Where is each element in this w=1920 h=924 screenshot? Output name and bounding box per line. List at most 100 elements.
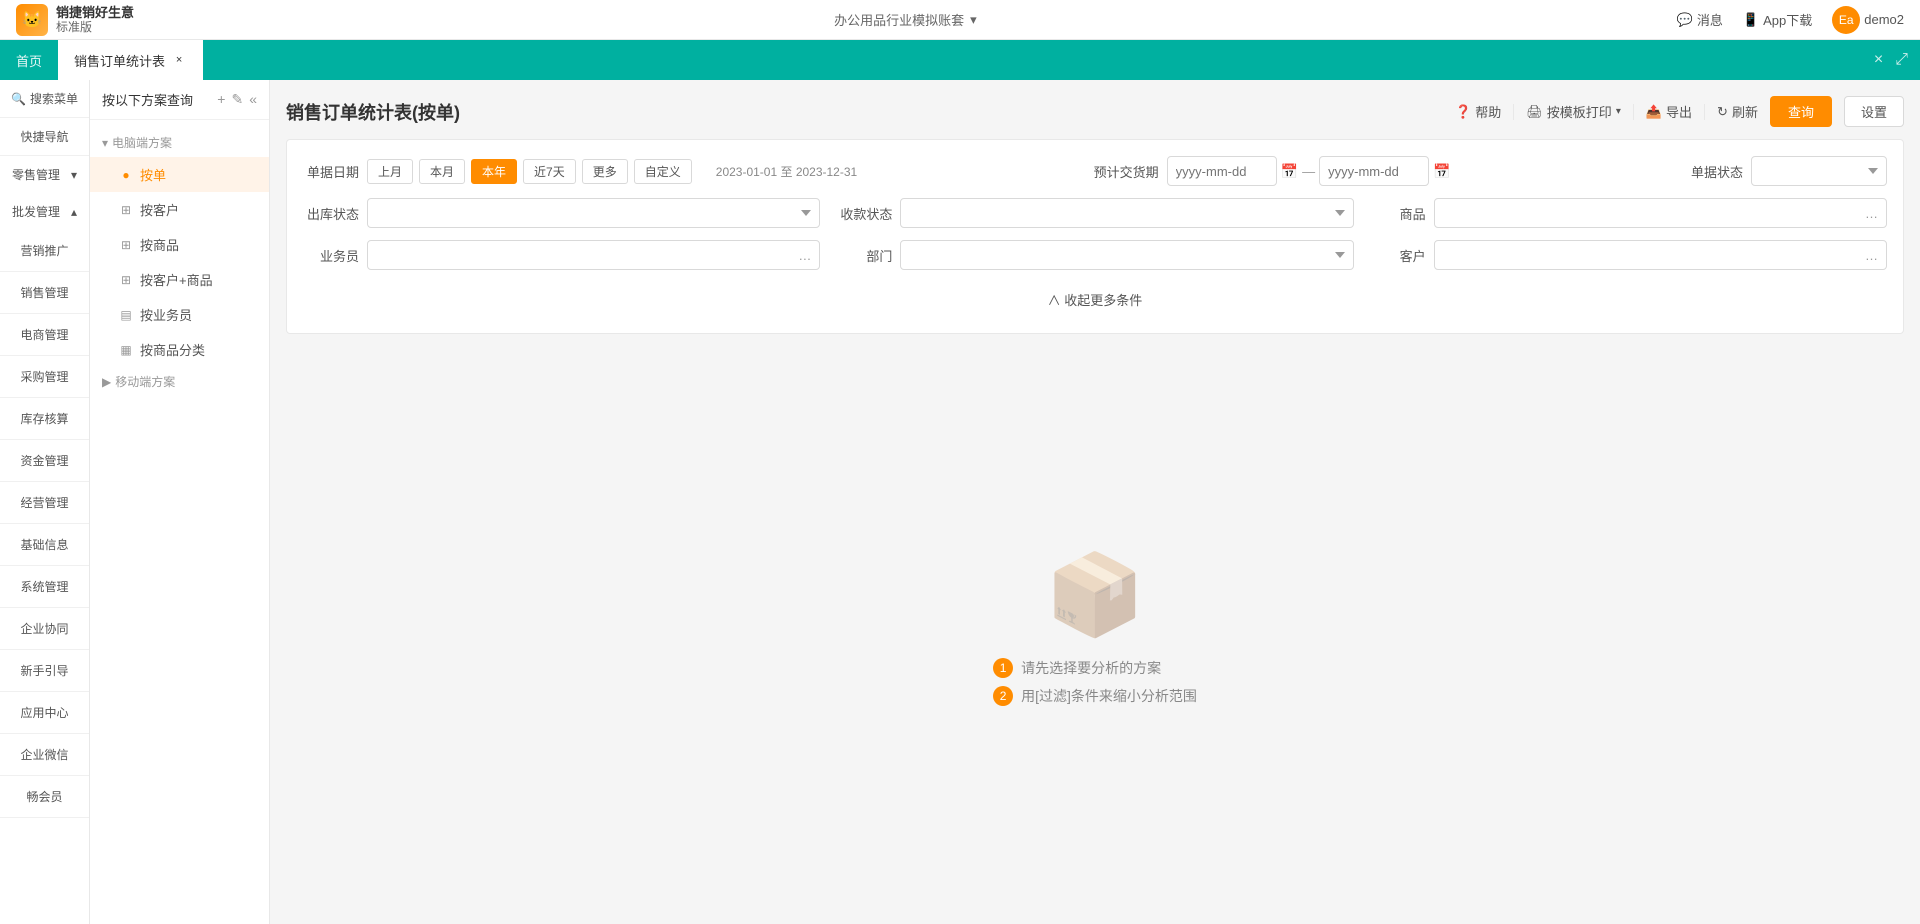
expected-date-start[interactable] — [1167, 156, 1277, 186]
tab-home[interactable]: 首页 — [0, 40, 58, 80]
user-info[interactable]: Ea demo2 — [1832, 6, 1904, 34]
export-btn[interactable]: 📤 导出 — [1646, 102, 1692, 121]
tab-close-window-icon[interactable]: × — [1870, 47, 1887, 73]
sidebar-purchase[interactable]: 采购管理 — [0, 356, 89, 398]
mobile-group-label[interactable]: ▶ 移动端方案 — [90, 367, 269, 396]
add-scheme-btn[interactable]: + — [217, 91, 225, 108]
expected-date-end[interactable] — [1319, 156, 1429, 186]
scheme-item-by-customer[interactable]: ⊞ 按客户 — [90, 192, 269, 227]
scheme-item-by-salesman[interactable]: ▤ 按业务员 — [90, 297, 269, 332]
page-header: 销售订单统计表(按单) ❓ 帮助 🖨 按模板打印 ▾ 📤 — [286, 96, 1904, 127]
customer-group: 客户 … — [1370, 240, 1887, 270]
empty-tip-1: 1 请先选择要分析的方案 — [993, 658, 1197, 678]
sidebar-quick-nav[interactable]: 快捷导航 — [0, 118, 89, 156]
collapse-up-icon: ∧ — [1048, 293, 1065, 308]
tab-close-icon[interactable]: × — [171, 52, 187, 68]
message-btn[interactable]: 💬 消息 — [1677, 10, 1723, 29]
app-download-btn[interactable]: 📱 App下载 — [1743, 10, 1812, 29]
date-tag-this-month[interactable]: 本月 — [419, 159, 465, 184]
salesman-label: 业务员 — [303, 246, 359, 265]
print-btn[interactable]: 🖨 按模板打印 ▾ — [1526, 102, 1621, 121]
salesman-input[interactable] — [376, 248, 798, 263]
app-label: App下载 — [1763, 10, 1812, 29]
sidebar-retail-label: 零售管理 — [12, 166, 60, 183]
sidebar-wholesale[interactable]: 批发管理 ▴ — [0, 193, 89, 230]
customer-input[interactable] — [1443, 248, 1865, 263]
tabbar-actions: × ⤢ — [1870, 47, 1920, 73]
expected-date-group: 预计交货期 📅 — 📅 — [1094, 156, 1451, 186]
scheme-item-by-category[interactable]: ▦ 按商品分类 — [90, 332, 269, 367]
right-content: 销售订单统计表(按单) ❓ 帮助 🖨 按模板打印 ▾ 📤 — [270, 80, 1920, 924]
pay-status-select[interactable] — [900, 198, 1353, 228]
tab-sales-order-stat[interactable]: 销售订单统计表 × — [58, 40, 203, 80]
date-tag-this-year[interactable]: 本年 — [471, 159, 517, 184]
refresh-icon: ↻ — [1717, 104, 1728, 120]
print-arrow-icon: ▾ — [1616, 106, 1621, 117]
scheme-item-by-goods[interactable]: ⊞ 按商品 — [90, 227, 269, 262]
sidebar-wholesale-header[interactable]: 批发管理 ▴ — [0, 193, 89, 230]
sidebar-wechat[interactable]: 企业微信 — [0, 734, 89, 776]
sidebar-search[interactable]: 🔍 搜索菜单 — [0, 80, 89, 118]
sidebar-appstore[interactable]: 应用中心 — [0, 692, 89, 734]
help-btn[interactable]: ❓ 帮助 — [1455, 102, 1501, 121]
topbar: 🐱 销捷销好生意 标准版 办公用品行业模拟账套 ▾ 💬 消息 📱 App下载 E… — [0, 0, 1920, 40]
calendar-end-icon[interactable]: 📅 — [1433, 163, 1450, 180]
sidebar-inventory[interactable]: 库存核算 — [0, 398, 89, 440]
sidebar-system[interactable]: 系统管理 — [0, 566, 89, 608]
scheme-label-by-salesman: 按业务员 — [140, 305, 192, 324]
salesman-more-icon[interactable]: … — [798, 248, 811, 263]
export-icon: 📤 — [1646, 104, 1662, 120]
pay-status-label: 收款状态 — [836, 204, 892, 223]
calendar-start-icon[interactable]: 📅 — [1281, 163, 1298, 180]
sidebar-retail-header[interactable]: 零售管理 ▾ — [0, 156, 89, 193]
nav-selector[interactable]: 办公用品行业模拟账套 ▾ — [834, 10, 977, 29]
sidebar-operations[interactable]: 经营管理 — [0, 482, 89, 524]
refresh-btn[interactable]: ↻ 刷新 — [1717, 102, 1758, 121]
tab-maximize-icon[interactable]: ⤢ — [1891, 47, 1912, 73]
search-icon: 🔍 — [11, 92, 26, 106]
sidebar-sales-label: 销售管理 — [20, 284, 68, 301]
date-tag-more[interactable]: 更多 — [582, 159, 628, 184]
sidebar-marketing[interactable]: 营销推广 — [0, 230, 89, 272]
salesman-control: … — [367, 240, 820, 270]
collapse-panel-btn[interactable]: « — [249, 91, 257, 108]
ship-status-label: 出库状态 — [303, 204, 359, 223]
tab-home-label: 首页 — [16, 51, 42, 70]
pc-group-label[interactable]: ▾ 电脑端方案 — [90, 128, 269, 157]
scheme-item-by-customer-goods[interactable]: ⊞ 按客户+商品 — [90, 262, 269, 297]
sidebar-retail[interactable]: 零售管理 ▾ — [0, 156, 89, 193]
scheme-grid-icon-3: ⊞ — [118, 272, 134, 288]
date-tag-last-month[interactable]: 上月 — [367, 159, 413, 184]
sidebar-sales[interactable]: 销售管理 — [0, 272, 89, 314]
sidebar-newbie[interactable]: 新手引导 — [0, 650, 89, 692]
sidebar-finance[interactable]: 资金管理 — [0, 440, 89, 482]
goods-input[interactable] — [1443, 206, 1865, 221]
sidebar-basic[interactable]: 基础信息 — [0, 524, 89, 566]
goods-more-icon[interactable]: … — [1865, 206, 1878, 221]
bill-status-select[interactable] — [1751, 156, 1887, 186]
bill-status-control — [1751, 156, 1887, 186]
scheme-item-by-order[interactable]: ● 按单 — [90, 157, 269, 192]
message-icon: 💬 — [1677, 12, 1693, 28]
ship-status-select[interactable] — [367, 198, 820, 228]
query-btn[interactable]: 查询 — [1770, 96, 1832, 127]
brand-info: 销捷销好生意 标准版 — [56, 5, 134, 35]
date-tag-7days[interactable]: 近7天 — [523, 159, 576, 184]
sidebar-member[interactable]: 畅会员 — [0, 776, 89, 818]
sidebar-system-label: 系统管理 — [20, 578, 68, 595]
sidebar-ecom[interactable]: 电商管理 — [0, 314, 89, 356]
date-filter-group: 单据日期 上月 本月 本年 近7天 更多 自定义 — [303, 159, 692, 184]
customer-more-icon[interactable]: … — [1865, 248, 1878, 263]
refresh-label: 刷新 — [1732, 102, 1758, 121]
date-tag-custom[interactable]: 自定义 — [634, 159, 692, 184]
salesman-group: 业务员 … — [303, 240, 820, 270]
collapse-bar[interactable]: ∧ 收起更多条件 — [303, 282, 1887, 317]
edit-scheme-btn[interactable]: ✎ — [231, 91, 243, 108]
tip-text-2: 用[过滤]条件来缩小分析范围 — [1021, 686, 1197, 706]
empty-tip-2: 2 用[过滤]条件来缩小分析范围 — [993, 686, 1197, 706]
sidebar-corp[interactable]: 企业协同 — [0, 608, 89, 650]
empty-tips: 1 请先选择要分析的方案 2 用[过滤]条件来缩小分析范围 — [993, 658, 1197, 706]
dept-select[interactable] — [900, 240, 1353, 270]
customer-label: 客户 — [1370, 246, 1426, 265]
settings-btn[interactable]: 设置 — [1844, 96, 1904, 127]
